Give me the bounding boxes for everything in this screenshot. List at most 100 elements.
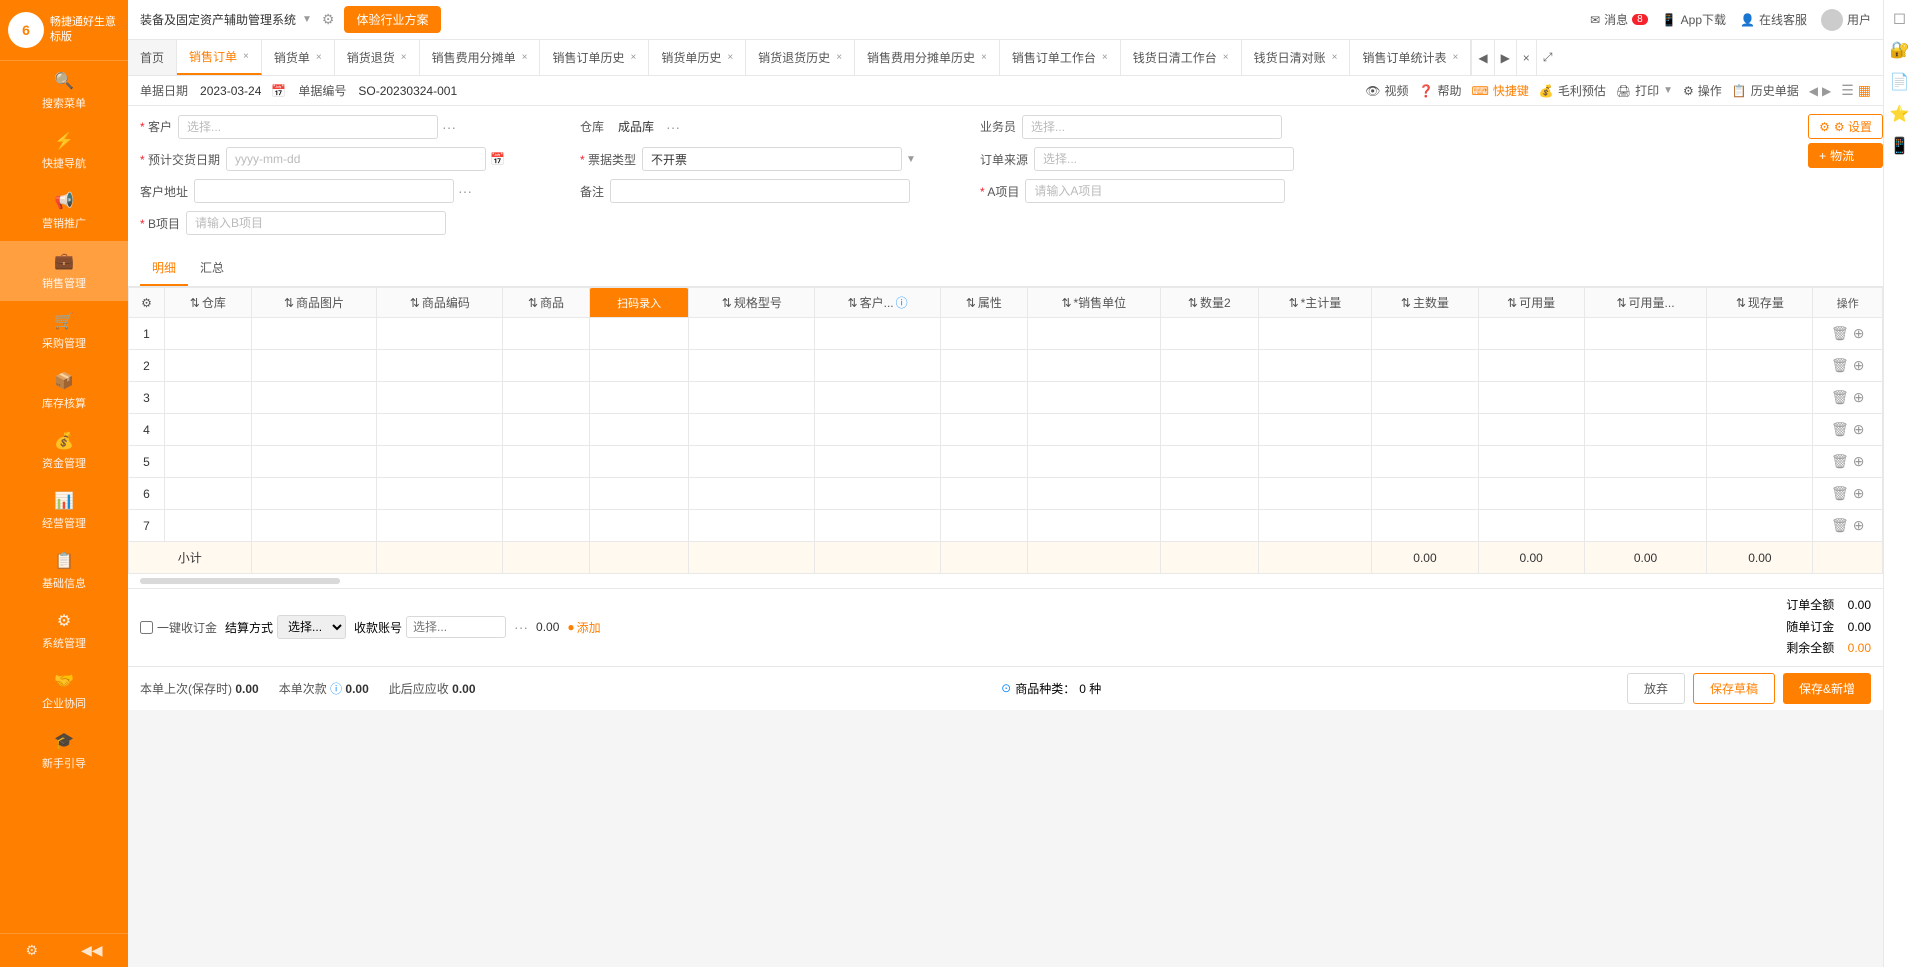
- invoice-input[interactable]: [642, 147, 902, 171]
- cell-customer-code[interactable]: [815, 446, 941, 478]
- copy-row-icon[interactable]: ⊕: [1853, 453, 1865, 470]
- sidebar-item-finance[interactable]: 💰 资金管理: [0, 421, 128, 481]
- system-dropdown-arrow[interactable]: ▼: [302, 14, 312, 25]
- cell-attr[interactable]: [941, 350, 1028, 382]
- tab-close-icon[interactable]: ×: [836, 52, 842, 63]
- tab-close-icon[interactable]: ×: [981, 52, 987, 63]
- cell-current[interactable]: [1707, 478, 1813, 510]
- messages-item[interactable]: ✉ 消息 8: [1590, 11, 1648, 28]
- cell-qty2[interactable]: [1161, 478, 1259, 510]
- online-service-item[interactable]: 👤 在线客服: [1740, 11, 1807, 28]
- sort-unit-icon[interactable]: ⇅: [1061, 296, 1071, 310]
- account-expand-icon[interactable]: ···: [514, 619, 528, 635]
- project-b-input[interactable]: [186, 211, 446, 235]
- cell-main-unit[interactable]: [1258, 382, 1372, 414]
- tab-close-icon[interactable]: ×: [1332, 52, 1338, 63]
- sort-available-icon[interactable]: ⇅: [1507, 296, 1517, 310]
- cell-available2[interactable]: [1584, 414, 1707, 446]
- cell-main-qty[interactable]: [1372, 382, 1478, 414]
- add-goods-float-btn[interactable]: + 物流: [1808, 143, 1883, 168]
- discard-button[interactable]: 放弃: [1627, 673, 1685, 704]
- cell-name[interactable]: [503, 350, 590, 382]
- cell-available2[interactable]: [1584, 318, 1707, 350]
- sort-image-icon[interactable]: ⇅: [284, 296, 294, 310]
- toolbar-video[interactable]: 👁 视频: [1365, 82, 1408, 99]
- settings-bottom-icon[interactable]: ⚙: [25, 942, 38, 959]
- remark-input[interactable]: [610, 179, 910, 203]
- cell-qty2[interactable]: [1161, 382, 1259, 414]
- sort-main-qty-icon[interactable]: ⇅: [1401, 296, 1411, 310]
- toolbar-shortcut[interactable]: ⌨ 快捷键: [1472, 82, 1529, 99]
- tab-close-icon[interactable]: ×: [401, 52, 407, 63]
- cell-name[interactable]: [503, 414, 590, 446]
- cell-spec[interactable]: [689, 350, 815, 382]
- cell-available2[interactable]: [1584, 478, 1707, 510]
- add-payment-btn[interactable]: ● 添加: [567, 619, 600, 636]
- cell-main-unit[interactable]: [1258, 478, 1372, 510]
- cell-unit[interactable]: [1027, 382, 1160, 414]
- cell-main-unit[interactable]: [1258, 446, 1372, 478]
- cell-warehouse[interactable]: [165, 318, 252, 350]
- cell-code[interactable]: [377, 510, 503, 542]
- sort-current-icon[interactable]: ⇅: [1736, 296, 1746, 310]
- toolbar-ops[interactable]: ⚙ 操作: [1683, 82, 1722, 99]
- cell-code[interactable]: [377, 478, 503, 510]
- cell-customer-code[interactable]: [815, 414, 941, 446]
- sort-main-unit-icon[interactable]: ⇅: [1289, 296, 1299, 310]
- cell-code[interactable]: [377, 350, 503, 382]
- cell-attr[interactable]: [941, 510, 1028, 542]
- sidebar-item-enterprise[interactable]: 🤝 企业协同: [0, 661, 128, 721]
- cell-scan[interactable]: [589, 510, 689, 542]
- sidebar-item-sales[interactable]: 💼 销售管理: [0, 241, 128, 301]
- account-input[interactable]: [406, 616, 506, 638]
- toolbar-view-grid[interactable]: ▦: [1858, 82, 1871, 99]
- cell-image[interactable]: [251, 350, 377, 382]
- copy-row-icon[interactable]: ⊕: [1853, 517, 1865, 534]
- tab-sales-slip[interactable]: 销货单 ×: [262, 40, 335, 75]
- cell-current[interactable]: [1707, 350, 1813, 382]
- cell-scan[interactable]: [589, 350, 689, 382]
- cell-available[interactable]: [1478, 350, 1584, 382]
- toolbar-nav-prev[interactable]: ◀: [1809, 84, 1818, 98]
- settings-float-btn[interactable]: ⚙ ⚙ 设置: [1808, 114, 1883, 139]
- system-settings-icon[interactable]: ⚙: [322, 11, 335, 28]
- cell-available2[interactable]: [1584, 510, 1707, 542]
- horizontal-scrollbar[interactable]: [140, 578, 340, 584]
- cell-spec[interactable]: [689, 414, 815, 446]
- sidebar-item-nav[interactable]: ⚡ 快捷导航: [0, 121, 128, 181]
- cell-image[interactable]: [251, 318, 377, 350]
- cell-available2[interactable]: [1584, 350, 1707, 382]
- tab-close-icon[interactable]: ×: [727, 52, 733, 63]
- cell-available[interactable]: [1478, 446, 1584, 478]
- tab-stats[interactable]: 销售订单统计表 ×: [1350, 40, 1471, 75]
- cell-attr[interactable]: [941, 382, 1028, 414]
- cell-spec[interactable]: [689, 478, 815, 510]
- tab-expand-btn[interactable]: ⤢: [1536, 40, 1559, 75]
- cell-spec[interactable]: [689, 510, 815, 542]
- address-expand-icon[interactable]: ···: [458, 183, 472, 199]
- app-download-item[interactable]: 📱 App下载: [1662, 11, 1726, 28]
- cell-scan[interactable]: [589, 478, 689, 510]
- cell-image[interactable]: [251, 382, 377, 414]
- tab-close-icon[interactable]: ×: [1223, 52, 1229, 63]
- user-avatar-item[interactable]: 用户: [1821, 9, 1871, 31]
- delete-row-icon[interactable]: 🗑: [1831, 325, 1849, 342]
- cell-image[interactable]: [251, 414, 377, 446]
- cell-customer-code[interactable]: [815, 350, 941, 382]
- cell-current[interactable]: [1707, 318, 1813, 350]
- tab-return[interactable]: 销货退货 ×: [335, 40, 420, 75]
- toolbar-view-list[interactable]: ☰: [1841, 82, 1854, 99]
- tab-close-icon[interactable]: ×: [522, 52, 528, 63]
- cell-unit[interactable]: [1027, 414, 1160, 446]
- right-panel-icon-4[interactable]: ⭐: [1886, 100, 1914, 128]
- cell-available[interactable]: [1478, 510, 1584, 542]
- sort-attr-icon[interactable]: ⇅: [966, 296, 976, 310]
- cell-available2[interactable]: [1584, 382, 1707, 414]
- delete-row-icon[interactable]: 🗑: [1831, 453, 1849, 470]
- cell-current[interactable]: [1707, 382, 1813, 414]
- cell-name[interactable]: [503, 382, 590, 414]
- cell-spec[interactable]: [689, 318, 815, 350]
- tab-prev-btn[interactable]: ◀: [1471, 40, 1493, 75]
- quick-order-check[interactable]: [140, 621, 153, 634]
- cell-main-unit[interactable]: [1258, 510, 1372, 542]
